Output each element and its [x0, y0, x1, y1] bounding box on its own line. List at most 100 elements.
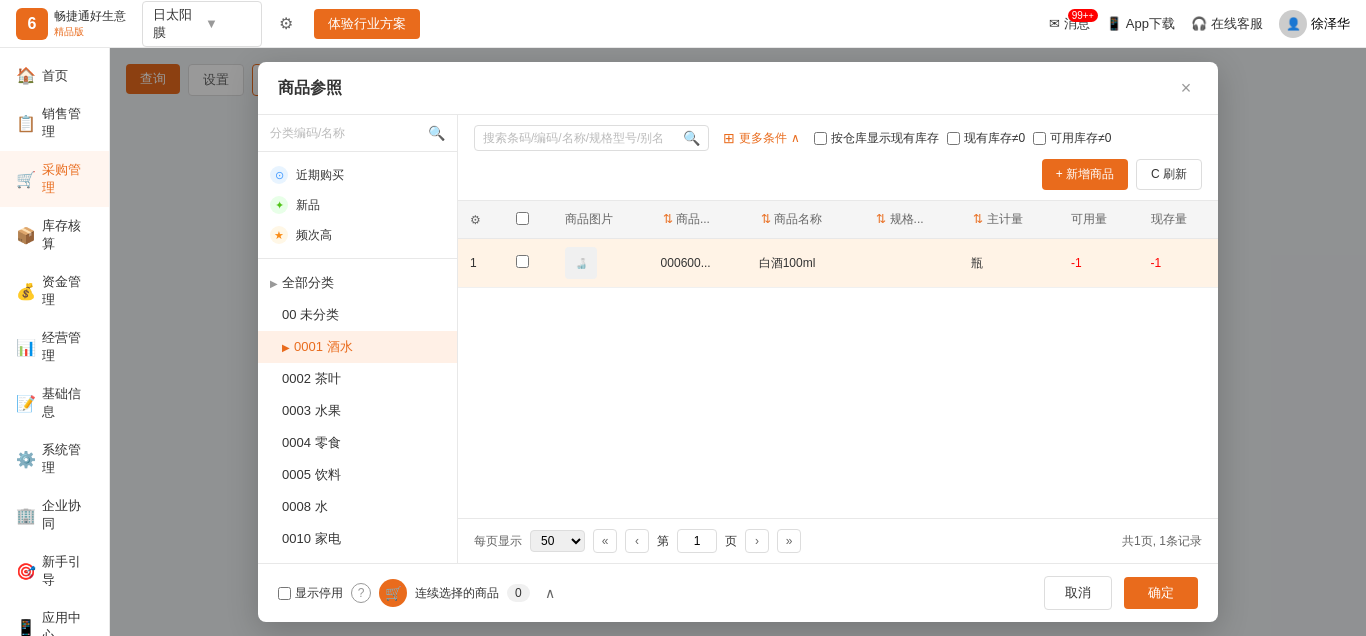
help-button[interactable]: ?	[351, 583, 371, 603]
sidebar-label-enterprise: 企业协同	[42, 497, 93, 533]
product-table-area: ⚙ 商品图片	[458, 201, 1218, 518]
product-toolbar: 🔍 ⊞ 更多条件 ∧ 按仓库显示现有库存	[458, 115, 1218, 201]
content-area: 查询 设置 刷新 商品参照 × 🔍	[110, 48, 1366, 636]
category-item-0008[interactable]: 0008 水	[258, 491, 457, 523]
finance-icon: 💰	[16, 282, 34, 301]
sidebar-item-sales[interactable]: 📋 销售管理	[0, 95, 109, 151]
avatar: 👤	[1279, 10, 1307, 38]
modal-header: 商品参照 ×	[258, 62, 1218, 115]
current-stock-checkbox[interactable]: 现有库存≠0	[947, 130, 1025, 147]
select-all-checkbox[interactable]	[516, 212, 529, 225]
tree-expand-0001: ▶	[282, 342, 290, 353]
prev-page-button[interactable]: ‹	[625, 529, 649, 553]
sidebar-item-finance[interactable]: 💰 资金管理	[0, 263, 109, 319]
category-search-input[interactable]	[270, 126, 422, 140]
category-item-0003[interactable]: 0003 水果	[258, 395, 457, 427]
quick-freq[interactable]: ★ 频次高	[258, 220, 457, 250]
table-row[interactable]: 1 🍶 000600... 白酒100ml	[458, 239, 1218, 288]
enterprise-icon: 🏢	[16, 506, 34, 525]
category-item-0001[interactable]: ▶ 0001 酒水	[258, 331, 457, 363]
message-icon: ✉	[1049, 16, 1060, 31]
category-item-all[interactable]: ▶ 全部分类	[258, 267, 457, 299]
recent-icon: ⊙	[270, 166, 288, 184]
first-page-button[interactable]: «	[593, 529, 617, 553]
cancel-button[interactable]: 取消	[1044, 576, 1112, 610]
system-icon: ⚙️	[16, 450, 34, 469]
footer-left: 显示停用 ? 🛒 连续选择的商品 0 ∧	[278, 579, 1032, 607]
headset-icon: 🎧	[1191, 16, 1207, 31]
quick-recent[interactable]: ⊙ 近期购买	[258, 160, 457, 190]
sidebar-label-purchase: 采购管理	[42, 161, 93, 197]
show-disabled-checkbox[interactable]: 显示停用	[278, 585, 343, 602]
row-available: -1	[1059, 239, 1138, 288]
sidebar-item-operation[interactable]: 📊 经营管理	[0, 319, 109, 375]
store-selector[interactable]: 日太阳膜 ▼	[142, 1, 262, 47]
row-spec	[862, 239, 959, 288]
product-image: 🍶	[565, 247, 597, 279]
disabled-checkbox-input[interactable]	[278, 587, 291, 600]
logo-text: 畅捷通好生意 精品版	[54, 9, 126, 38]
filter-icon: ⊞	[723, 130, 735, 146]
toolbar-right: + 新增商品 C 刷新	[1042, 159, 1202, 190]
sidebar-item-guide[interactable]: 🎯 新手引导	[0, 543, 109, 599]
col-code-header[interactable]: ⇅ 商品...	[649, 201, 747, 239]
refresh-list-button[interactable]: C 刷新	[1136, 159, 1202, 190]
product-search-icon[interactable]: 🔍	[683, 130, 700, 146]
online-service-button[interactable]: 🎧 在线客服	[1191, 15, 1263, 33]
message-badge: 99++	[1068, 9, 1098, 22]
col-gear: ⚙	[458, 201, 504, 239]
col-unit-header[interactable]: ⇅ 主计量	[959, 201, 1059, 239]
sidebar-item-system[interactable]: ⚙️ 系统管理	[0, 431, 109, 487]
category-item-0002[interactable]: 0002 茶叶	[258, 363, 457, 395]
category-item-0005[interactable]: 0005 饮料	[258, 459, 457, 491]
per-page-select[interactable]: 50 20 100	[530, 530, 585, 552]
sidebar-item-appcenter[interactable]: 📱 应用中心	[0, 599, 109, 636]
page-number-input[interactable]	[677, 529, 717, 553]
more-filter-button[interactable]: ⊞ 更多条件 ∧	[717, 126, 806, 151]
message-button[interactable]: ✉ 消息 99++	[1049, 15, 1090, 33]
quick-new-label: 新品	[296, 197, 320, 214]
app-download-button[interactable]: 📱 App下载	[1106, 15, 1175, 33]
user-profile[interactable]: 👤 徐泽华	[1279, 10, 1350, 38]
collapse-footer-button[interactable]: ∧	[538, 581, 562, 605]
table-gear-icon[interactable]: ⚙	[470, 213, 481, 227]
logo-icon: 6	[16, 8, 48, 40]
sidebar-item-home[interactable]: 🏠 首页	[0, 56, 109, 95]
category-item-0010[interactable]: 0010 家电	[258, 523, 457, 555]
sidebar-item-inventory[interactable]: 📦 库存核算	[0, 207, 109, 263]
row-checkbox	[504, 239, 553, 288]
last-page-button[interactable]: »	[777, 529, 801, 553]
sidebar-item-enterprise[interactable]: 🏢 企业协同	[0, 487, 109, 543]
category-search-icon[interactable]: 🔍	[428, 125, 445, 141]
modal-close-button[interactable]: ×	[1174, 76, 1198, 100]
product-search-input[interactable]	[483, 131, 683, 145]
modal-title: 商品参照	[278, 78, 342, 99]
sidebar-item-basic[interactable]: 📝 基础信息	[0, 375, 109, 431]
cart-count-badge: 0	[507, 584, 530, 602]
product-reference-modal: 商品参照 × 🔍 ⊙	[258, 62, 1218, 622]
warehouse-checkbox-input[interactable]	[814, 132, 827, 145]
freq-icon: ★	[270, 226, 288, 244]
pagination-bar: 每页显示 50 20 100 « ‹ 第 页 ›	[458, 518, 1218, 563]
trial-button[interactable]: 体验行业方案	[314, 9, 420, 39]
sidebar-label-guide: 新手引导	[42, 553, 93, 589]
col-name-header[interactable]: ⇅ 商品名称	[747, 201, 863, 239]
next-page-button[interactable]: ›	[745, 529, 769, 553]
quick-new[interactable]: ✦ 新品	[258, 190, 457, 220]
cart-button[interactable]: 🛒	[379, 579, 407, 607]
available-stock-checkbox[interactable]: 可用库存≠0	[1033, 130, 1111, 147]
sort-icon: ⇅	[663, 212, 673, 226]
sidebar-label-operation: 经营管理	[42, 329, 93, 365]
current-stock-checkbox-input[interactable]	[947, 132, 960, 145]
available-stock-checkbox-input[interactable]	[1033, 132, 1046, 145]
settings-icon[interactable]: ⚙	[270, 8, 302, 40]
sidebar-item-purchase[interactable]: 🛒 采购管理	[0, 151, 109, 207]
category-item-00[interactable]: 00 未分类	[258, 299, 457, 331]
row-select-checkbox[interactable]	[516, 255, 529, 268]
col-spec-header[interactable]: ⇅ 规格...	[862, 201, 959, 239]
confirm-button[interactable]: 确定	[1124, 577, 1198, 609]
add-product-button[interactable]: + 新增商品	[1042, 159, 1128, 190]
category-item-0004[interactable]: 0004 零食	[258, 427, 457, 459]
basic-icon: 📝	[16, 394, 34, 413]
warehouse-display-checkbox[interactable]: 按仓库显示现有库存	[814, 130, 939, 147]
